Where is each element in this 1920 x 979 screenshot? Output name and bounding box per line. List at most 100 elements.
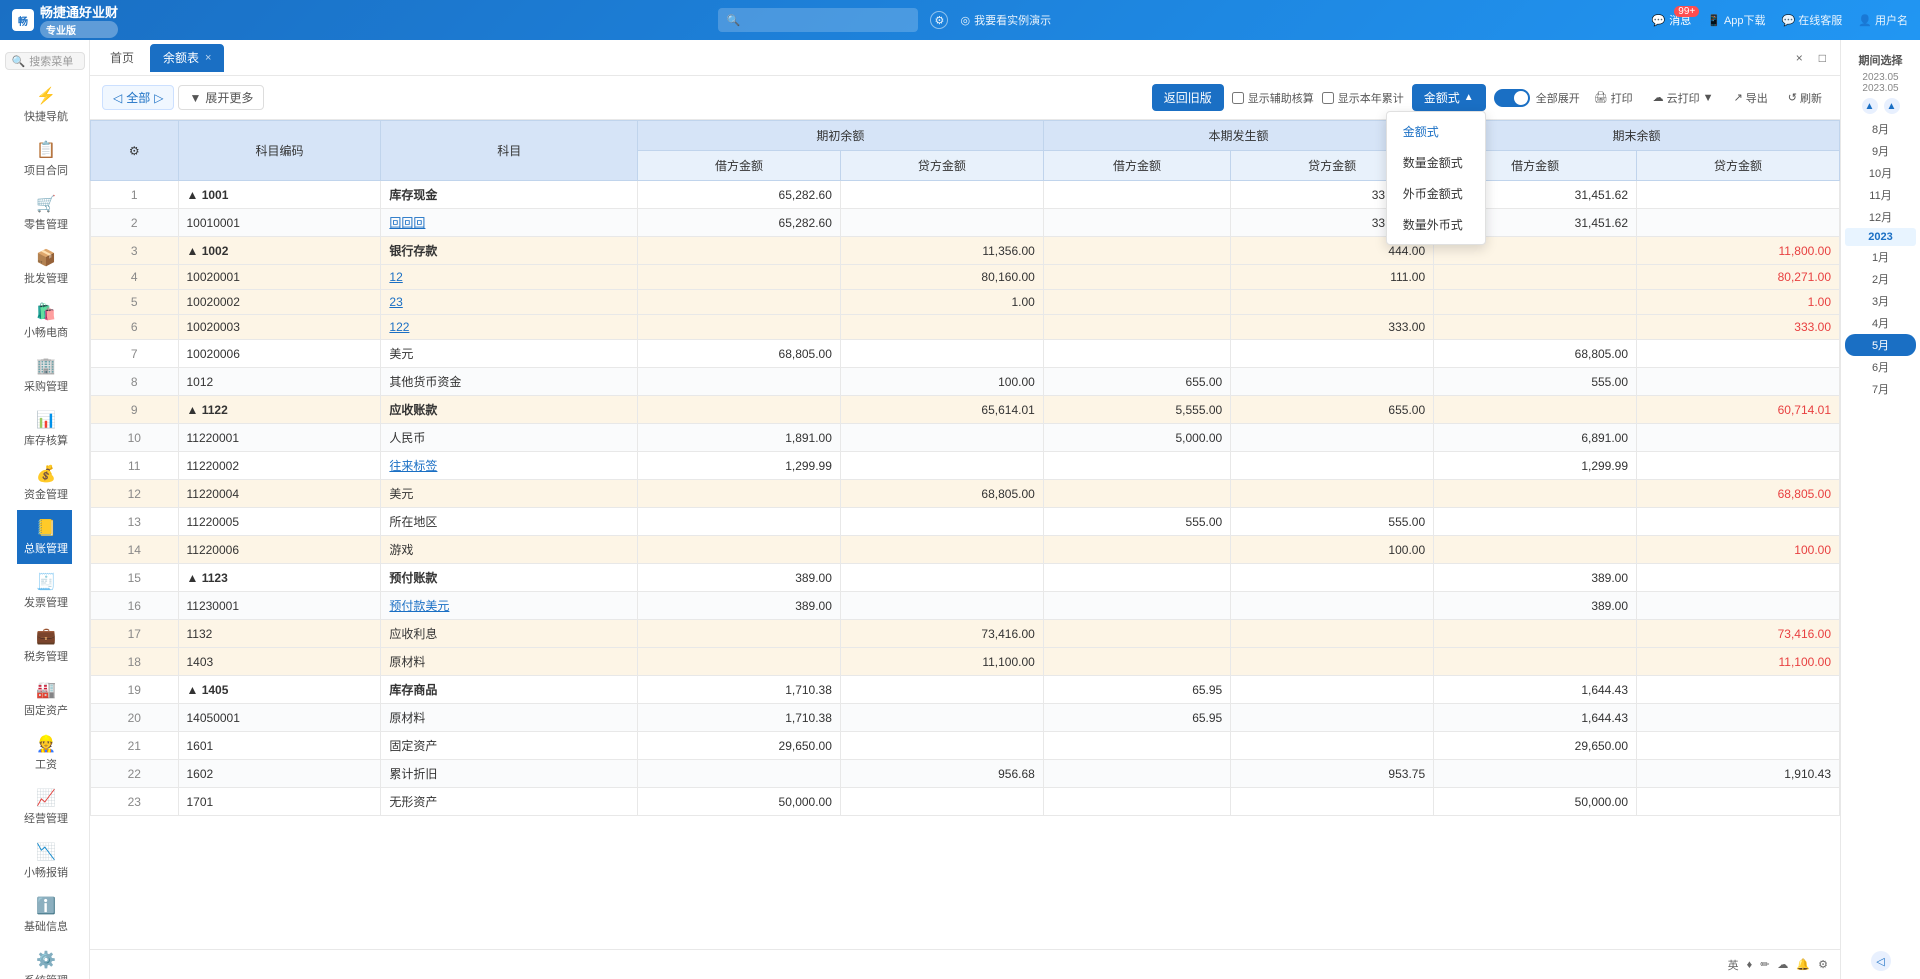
right-panel: 期间选择 2023.05 2023.05 ▲ ▲ 8月9月10月11月12月20… (1840, 40, 1920, 979)
settings-icon[interactable]: ⚙ (930, 11, 948, 29)
dropdown-item-外币金额式[interactable]: 外币金额式 (1387, 178, 1485, 209)
sidebar-icon: 👷 (36, 734, 56, 754)
sidebar-item-工资[interactable]: 👷 工资 (17, 726, 72, 780)
export-btn[interactable]: ↗ 导出 (1728, 86, 1774, 110)
print-btn[interactable]: 🖨 打印 (1588, 86, 1639, 110)
row-close-credit: 60,714.01 (1637, 396, 1840, 424)
period-month-4月[interactable]: 4月 (1845, 312, 1916, 334)
row-open-credit (840, 209, 1043, 237)
sidebar-item-资金管理[interactable]: 💰 资金管理 (17, 456, 72, 510)
sidebar-item-基础信息[interactable]: ℹ️ 基础信息 (17, 888, 72, 942)
row-close-debit: 68,805.00 (1434, 340, 1637, 368)
table-row: 4 10020001 12 80,160.00 111.00 80,271.00 (91, 265, 1840, 290)
period-prev-btn[interactable]: ▲ (1862, 98, 1878, 114)
expand-all-toggle[interactable]: 全部展开 (1494, 89, 1580, 107)
messages-area[interactable]: 💬 消息 99+ (1652, 12, 1692, 28)
row-open-credit (840, 452, 1043, 480)
tab-balance[interactable]: 余额表 × (150, 44, 224, 72)
sidebar-item-发票管理[interactable]: 🧾 发票管理 (17, 564, 72, 618)
tab-close-icon[interactable]: × (205, 52, 211, 64)
window-minimize[interactable]: × (1790, 51, 1809, 65)
row-per-credit (1231, 480, 1434, 508)
sidebar-item-经营管理[interactable]: 📈 经营管理 (17, 780, 72, 834)
period-month-2月[interactable]: 2月 (1845, 268, 1916, 290)
show-year-checkbox[interactable] (1322, 92, 1334, 104)
period-month-12月[interactable]: 12月 (1845, 206, 1916, 228)
period-month-3月[interactable]: 3月 (1845, 290, 1916, 312)
demo-link[interactable]: ◎ 我要看实例演示 (960, 12, 1051, 28)
refresh-btn[interactable]: ↺ 刷新 (1782, 86, 1828, 110)
sidebar-item-库存核算[interactable]: 📊 库存核算 (17, 402, 72, 456)
period-month-8月[interactable]: 8月 (1845, 118, 1916, 140)
sidebar-label: 系统管理 (24, 972, 68, 979)
show-assist-checkbox[interactable] (1232, 92, 1244, 104)
online-service-btn[interactable]: 💬 在线客服 (1782, 12, 1843, 28)
period-month-6月[interactable]: 6月 (1845, 356, 1916, 378)
row-name: 累计折旧 (381, 760, 638, 788)
sidebar-item-项目合同[interactable]: 📋 项目合同 (17, 132, 72, 186)
window-maximize[interactable]: □ (1813, 51, 1832, 65)
show-assist-check-label[interactable]: 显示辅助核算 (1232, 90, 1314, 106)
dropdown-item-数量外币式[interactable]: 数量外币式 (1387, 209, 1485, 240)
status-lang[interactable]: 英 (1728, 957, 1739, 973)
mode-btn-container: 金额式 ▲ 金额式数量金额式外币金额式数量外币式 (1412, 84, 1486, 111)
sidebar-item-采购管理[interactable]: 🏢 采购管理 (17, 348, 72, 402)
dropdown-item-金额式[interactable]: 金额式 (1387, 116, 1485, 147)
sidebar-label: 库存核算 (24, 432, 68, 448)
period-title: 期间选择 (1845, 48, 1916, 72)
period-month-2023[interactable]: 2023 (1845, 228, 1916, 246)
sidebar-item-总账管理[interactable]: 📒 总账管理 (17, 510, 72, 564)
sidebar-icon: ⚙️ (36, 950, 56, 970)
sidebar-item-固定资产[interactable]: 🏭 固定资产 (17, 672, 72, 726)
sidebar-item-小畅报销[interactable]: 📉 小畅报销 (17, 834, 72, 888)
browser-bar[interactable]: 🔍 (718, 8, 918, 32)
period-month-10月[interactable]: 10月 (1845, 162, 1916, 184)
row-close-debit (1434, 760, 1637, 788)
cloud-print-btn[interactable]: ☁ 云打印 ▼ (1647, 86, 1720, 110)
period-month-11月[interactable]: 11月 (1845, 184, 1916, 206)
expand-more-btn[interactable]: ▼ 展开更多 (178, 85, 264, 110)
sidebar-item-系统管理[interactable]: ⚙️ 系统管理 (17, 942, 72, 979)
row-per-debit: 65.95 (1043, 676, 1230, 704)
period-month-1月[interactable]: 1月 (1845, 246, 1916, 268)
period-month-9月[interactable]: 9月 (1845, 140, 1916, 162)
sidebar-icon: 🛒 (36, 194, 56, 214)
row-open-debit (638, 368, 841, 396)
status-edit[interactable]: ✏ (1760, 958, 1769, 971)
toggle-track[interactable] (1494, 89, 1530, 107)
tab-home[interactable]: 首页 (98, 44, 146, 72)
mode-btn[interactable]: 金额式 ▲ (1412, 84, 1486, 111)
user-avatar[interactable]: 👤 用户名 (1858, 12, 1908, 28)
app-download-btn[interactable]: 📱 App下载 (1707, 12, 1765, 28)
breadcrumb-all[interactable]: ◁ 全部 ▷ (102, 85, 174, 110)
status-cloud[interactable]: ☁ (1777, 958, 1788, 971)
row-open-debit: 65,282.60 (638, 209, 841, 237)
row-per-credit (1231, 704, 1434, 732)
sidebar-item-小畅电商[interactable]: 🛍️ 小畅电商 (17, 294, 72, 348)
row-open-debit (638, 396, 841, 424)
status-bell[interactable]: 🔔 (1796, 958, 1810, 971)
period-next-btn[interactable]: ▲ (1884, 98, 1900, 114)
row-code: 14050001 (178, 704, 381, 732)
search-menu[interactable]: 🔍 搜索菜单 (5, 52, 85, 70)
status-diamond[interactable]: ♦ (1747, 959, 1753, 971)
row-open-credit (840, 508, 1043, 536)
sidebar-item-快捷导航[interactable]: ⚡ 快捷导航 (17, 78, 72, 132)
panel-collapse-btn[interactable]: ◁ (1871, 951, 1891, 971)
period-month-5月[interactable]: 5月 (1845, 334, 1916, 356)
back-btn[interactable]: 返回旧版 (1152, 84, 1224, 111)
sidebar-item-税务管理[interactable]: 💼 税务管理 (17, 618, 72, 672)
th-code: 科目编码 (178, 121, 381, 181)
status-settings[interactable]: ⚙ (1818, 958, 1828, 971)
period-year-end: 2023.05 (1845, 83, 1916, 94)
row-per-credit: 555.00 (1231, 508, 1434, 536)
dropdown-item-数量金额式[interactable]: 数量金额式 (1387, 147, 1485, 178)
show-year-accum-label[interactable]: 显示本年累计 (1322, 90, 1404, 106)
row-per-debit (1043, 181, 1230, 209)
period-month-7月[interactable]: 7月 (1845, 378, 1916, 400)
sidebar-item-批发管理[interactable]: 📦 批发管理 (17, 240, 72, 294)
row-per-debit (1043, 564, 1230, 592)
table-row: 18 1403 原材料 11,100.00 11,100.00 (91, 648, 1840, 676)
sidebar-item-零售管理[interactable]: 🛒 零售管理 (17, 186, 72, 240)
table-row: 1 ▲ 1001 库存现金 65,282.60 33,830.98 31,451… (91, 181, 1840, 209)
